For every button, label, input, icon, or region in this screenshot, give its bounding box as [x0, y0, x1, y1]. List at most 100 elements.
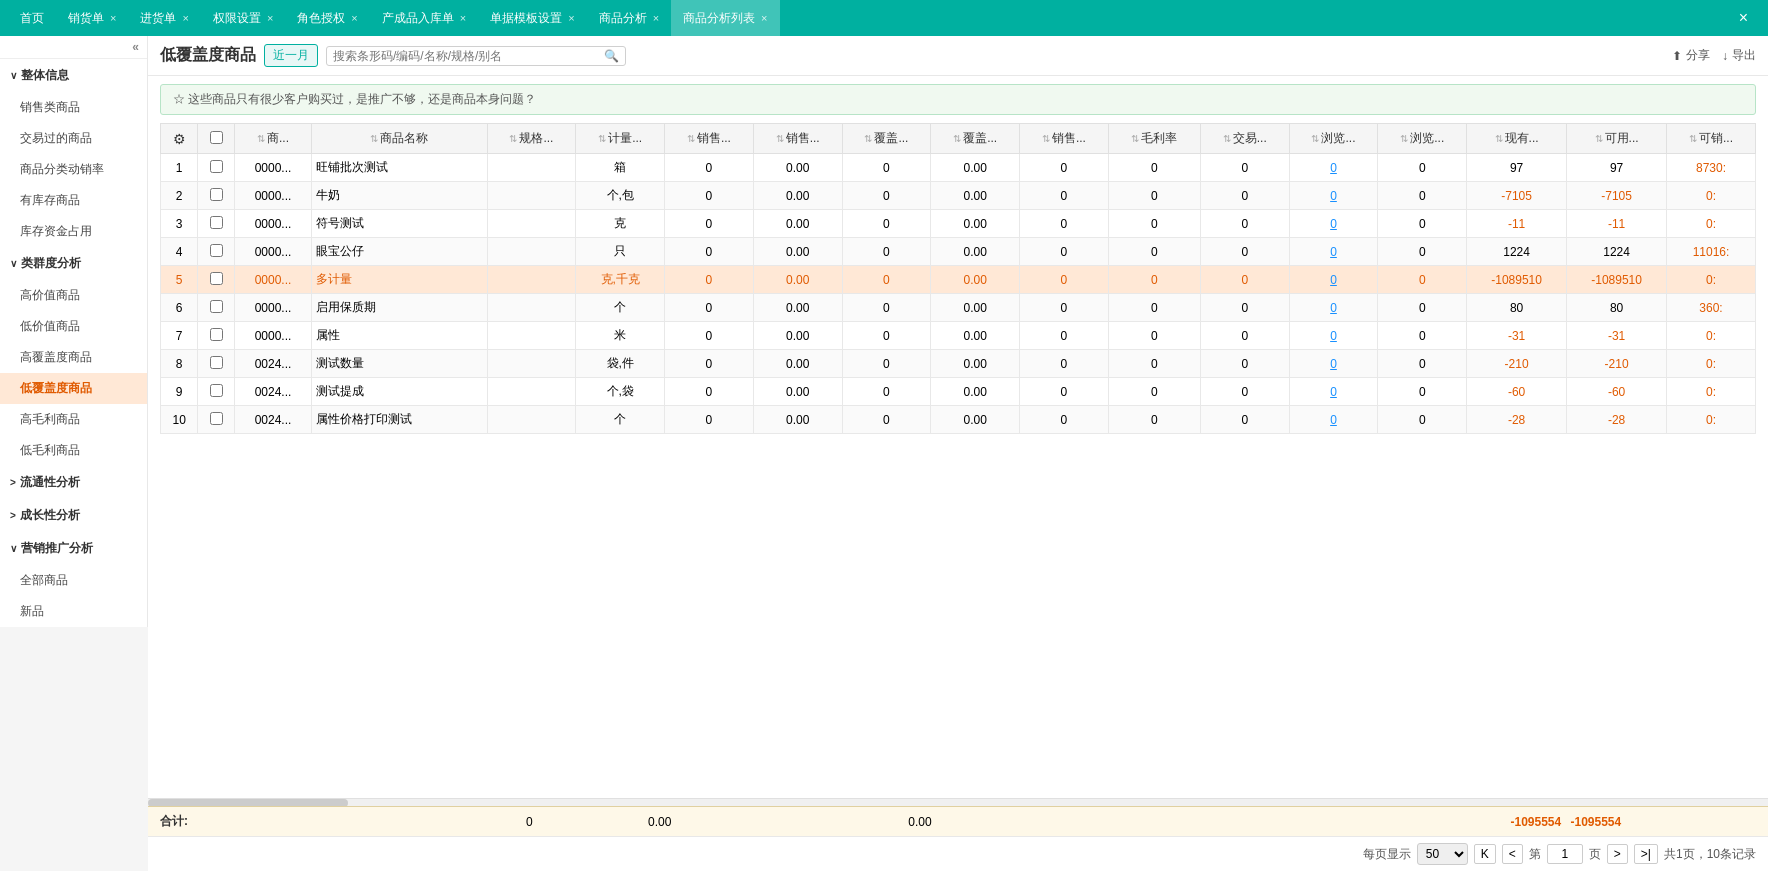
- row-checkbox[interactable]: [210, 244, 223, 257]
- row-checkbox[interactable]: [210, 216, 223, 229]
- sidebar-section-overview[interactable]: ∨ 整体信息: [0, 59, 147, 92]
- table-row: 40000...眼宝公仔只00.0000.0000000122412241101…: [161, 238, 1756, 266]
- search-input[interactable]: [333, 49, 604, 63]
- sidebar-section-circulation[interactable]: > 流通性分析: [0, 466, 147, 499]
- nav-template-settings[interactable]: 单据模板设置 ×: [478, 0, 586, 36]
- nav-home[interactable]: 首页: [8, 0, 56, 36]
- column-sellable[interactable]: ⇅可销...: [1667, 124, 1756, 154]
- browse-link[interactable]: 0: [1330, 189, 1337, 203]
- content-panel: 低覆盖度商品 近一月 🔍 ⬆ 分享 ↓ 导出 ☆ 这些商品只有很少客户购买过，是…: [148, 36, 1768, 871]
- page-title: 低覆盖度商品: [160, 45, 256, 66]
- table-row: 80024...测试数量袋,件00.0000.0000000-210-2100:: [161, 350, 1756, 378]
- chevron-right-icon: >: [10, 477, 16, 488]
- page-number-input[interactable]: [1547, 844, 1583, 864]
- horizontal-scrollbar[interactable]: [148, 798, 1768, 806]
- row-checkbox[interactable]: [210, 160, 223, 173]
- column-trade[interactable]: ⇅交易...: [1200, 124, 1289, 154]
- row-checkbox[interactable]: [210, 384, 223, 397]
- sidebar-section-growth[interactable]: > 成长性分析: [0, 499, 147, 532]
- first-page-button[interactable]: K: [1474, 844, 1496, 864]
- close-icon[interactable]: ×: [351, 12, 357, 24]
- table-container[interactable]: ⚙ ⇅商... ⇅商品名称 ⇅规格... ⇅计量... ⇅销售... ⇅销售..…: [148, 123, 1768, 798]
- sidebar-item-high-value[interactable]: 高价值商品: [0, 280, 147, 311]
- nav-purchase-order[interactable]: 进货单 ×: [128, 0, 200, 36]
- sidebar-item-category-turnover[interactable]: 商品分类动销率: [0, 154, 147, 185]
- column-sales-amt[interactable]: ⇅销售...: [753, 124, 842, 154]
- column-sales-qty[interactable]: ⇅销售...: [665, 124, 754, 154]
- sidebar-item-new-products[interactable]: 新品: [0, 596, 147, 627]
- nav-product-analysis[interactable]: 商品分析 ×: [587, 0, 671, 36]
- per-page-select[interactable]: 50 100 200: [1417, 843, 1468, 865]
- column-coverage1[interactable]: ⇅覆盖...: [842, 124, 931, 154]
- browse-link[interactable]: 0: [1330, 161, 1337, 175]
- close-icon[interactable]: ×: [182, 12, 188, 24]
- column-browse2[interactable]: ⇅浏览...: [1378, 124, 1467, 154]
- browse-link[interactable]: 0: [1330, 217, 1337, 231]
- top-navigation: 首页 销货单 × 进货单 × 权限设置 × 角色授权 × 产成品入库单 × 单据…: [0, 0, 1768, 36]
- column-checkbox[interactable]: [198, 124, 235, 154]
- share-icon: ⬆: [1672, 49, 1682, 63]
- close-icon[interactable]: ×: [653, 12, 659, 24]
- page-prefix-label: 第: [1529, 846, 1541, 863]
- column-browse1[interactable]: ⇅浏览...: [1289, 124, 1378, 154]
- close-icon[interactable]: ×: [460, 12, 466, 24]
- next-page-button[interactable]: >: [1607, 844, 1628, 864]
- nav-product-analysis-list[interactable]: 商品分析列表 ×: [671, 0, 779, 36]
- column-spec[interactable]: ⇅规格...: [487, 124, 576, 154]
- browse-link[interactable]: 0: [1330, 385, 1337, 399]
- table-row: 20000...牛奶个,包00.0000.0000000-7105-71050:: [161, 182, 1756, 210]
- column-gross-margin[interactable]: ⇅毛利率: [1108, 124, 1200, 154]
- nav-role-auth[interactable]: 角色授权 ×: [285, 0, 369, 36]
- sidebar: « ∨ 整体信息 销售类商品 交易过的商品 商品分类动销率 有库存商品 库存资金…: [0, 36, 148, 627]
- export-button[interactable]: ↓ 导出: [1722, 47, 1756, 64]
- prev-page-button[interactable]: <: [1502, 844, 1523, 864]
- window-close-button[interactable]: ×: [1727, 0, 1760, 36]
- sidebar-section-cluster[interactable]: ∨ 类群度分析: [0, 247, 147, 280]
- sidebar-item-in-stock[interactable]: 有库存商品: [0, 185, 147, 216]
- row-checkbox[interactable]: [210, 300, 223, 313]
- column-settings[interactable]: ⚙: [161, 124, 198, 154]
- sidebar-item-high-margin[interactable]: 高毛利商品: [0, 404, 147, 435]
- row-checkbox[interactable]: [210, 272, 223, 285]
- browse-link[interactable]: 0: [1330, 245, 1337, 259]
- filter-period-button[interactable]: 近一月: [264, 44, 318, 67]
- row-checkbox[interactable]: [210, 328, 223, 341]
- browse-link[interactable]: 0: [1330, 273, 1337, 287]
- column-unit[interactable]: ⇅计量...: [576, 124, 665, 154]
- nav-permission-settings[interactable]: 权限设置 ×: [201, 0, 285, 36]
- sidebar-item-all-products[interactable]: 全部商品: [0, 565, 147, 596]
- close-icon[interactable]: ×: [267, 12, 273, 24]
- row-checkbox[interactable]: [210, 412, 223, 425]
- sidebar-item-stock-capital[interactable]: 库存资金占用: [0, 216, 147, 247]
- column-sales3[interactable]: ⇅销售...: [1020, 124, 1109, 154]
- row-checkbox[interactable]: [210, 188, 223, 201]
- search-icon: 🔍: [604, 49, 619, 63]
- column-coverage2[interactable]: ⇅覆盖...: [931, 124, 1020, 154]
- column-current-stock[interactable]: ⇅现有...: [1467, 124, 1567, 154]
- nav-production-storage[interactable]: 产成品入库单 ×: [370, 0, 478, 36]
- browse-link[interactable]: 0: [1330, 413, 1337, 427]
- close-icon[interactable]: ×: [568, 12, 574, 24]
- sidebar-item-traded-products[interactable]: 交易过的商品: [0, 123, 147, 154]
- column-name[interactable]: ⇅商品名称: [311, 124, 487, 154]
- select-all-checkbox[interactable]: [210, 131, 223, 144]
- browse-link[interactable]: 0: [1330, 357, 1337, 371]
- sidebar-item-low-value[interactable]: 低价值商品: [0, 311, 147, 342]
- browse-link[interactable]: 0: [1330, 301, 1337, 315]
- sidebar-collapse-button[interactable]: «: [132, 40, 139, 54]
- nav-sales-order[interactable]: 销货单 ×: [56, 0, 128, 36]
- table-row: 10000...旺铺批次测试箱00.0000.000000097978730:: [161, 154, 1756, 182]
- last-page-button[interactable]: >|: [1634, 844, 1658, 864]
- sidebar-item-low-margin[interactable]: 低毛利商品: [0, 435, 147, 466]
- row-checkbox[interactable]: [210, 356, 223, 369]
- sidebar-section-marketing[interactable]: ∨ 营销推广分析: [0, 532, 147, 565]
- close-icon[interactable]: ×: [761, 12, 767, 24]
- sidebar-item-sales-products[interactable]: 销售类商品: [0, 92, 147, 123]
- sidebar-item-high-coverage[interactable]: 高覆盖度商品: [0, 342, 147, 373]
- column-available[interactable]: ⇅可用...: [1567, 124, 1667, 154]
- column-code[interactable]: ⇅商...: [235, 124, 312, 154]
- close-icon[interactable]: ×: [110, 12, 116, 24]
- browse-link[interactable]: 0: [1330, 329, 1337, 343]
- sidebar-item-low-coverage[interactable]: 低覆盖度商品: [0, 373, 147, 404]
- share-button[interactable]: ⬆ 分享: [1672, 47, 1710, 64]
